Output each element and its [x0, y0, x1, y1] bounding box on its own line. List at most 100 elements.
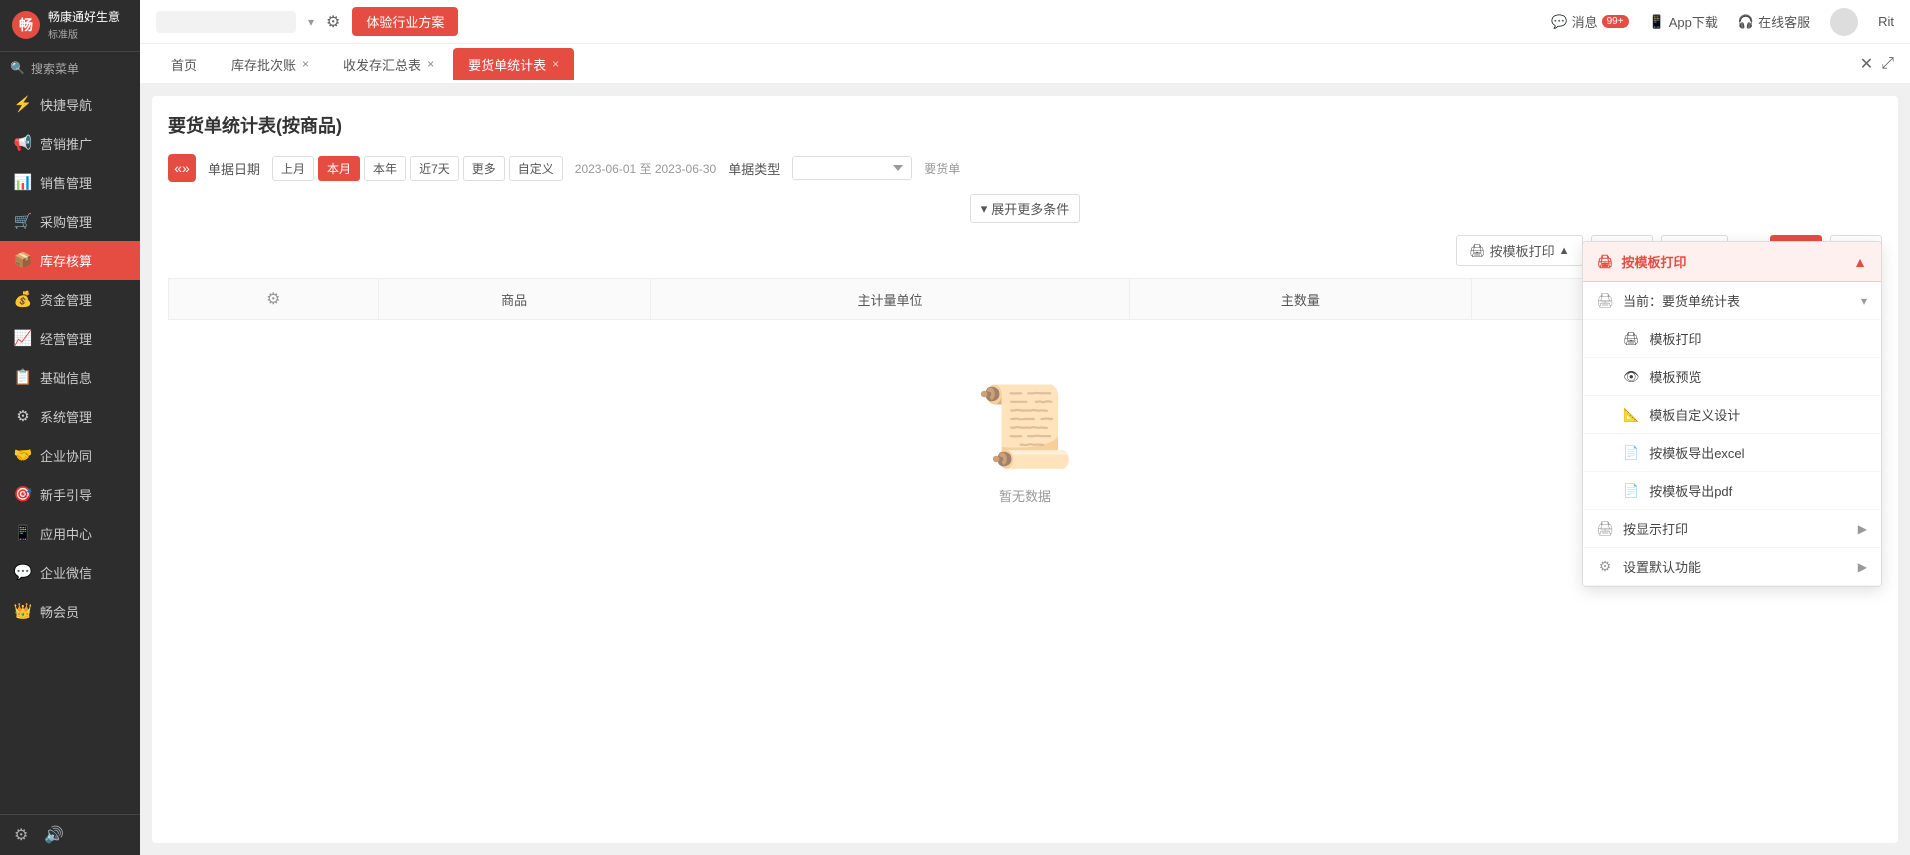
tab-home[interactable]: 首页: [156, 48, 212, 80]
sidebar-item-inventory[interactable]: 📦库存核算: [0, 241, 140, 280]
display-print-label: 按显示打印: [1623, 519, 1688, 538]
notifications-btn[interactable]: 💬 消息 99+: [1551, 12, 1628, 31]
current-template-icon: 🖨: [1597, 293, 1613, 309]
default-setting-chevron: ▶: [1858, 560, 1867, 574]
sidebar-label-basics: 基础信息: [40, 368, 92, 387]
avatar[interactable]: [1830, 8, 1858, 36]
print-item-template-design[interactable]: 📐模板自定义设计: [1583, 396, 1881, 434]
tab-batch[interactable]: 库存批次账 ×: [216, 48, 324, 80]
sidebar-label-sales: 销售管理: [40, 173, 92, 192]
sidebar-item-marketing[interactable]: 📢营销推广: [0, 124, 140, 163]
sidebar-item-finance[interactable]: 💰 资金管理: [0, 280, 140, 319]
col-header-主数量: 主数量: [1130, 279, 1471, 320]
download-icon: 📱: [1649, 14, 1665, 30]
sidebar-label-system: 系统管理: [40, 407, 92, 426]
support-icon: 🎧: [1738, 14, 1754, 30]
date-btn-更多[interactable]: 更多: [463, 156, 505, 181]
sidebar-label-finance: 资金管理: [40, 290, 92, 309]
order-type-label: 要货单: [924, 160, 960, 177]
print-item-template-print[interactable]: 🖨模板打印: [1583, 320, 1881, 358]
date-btn-上月[interactable]: 上月: [272, 156, 314, 181]
guide-icon: 🎯: [14, 485, 32, 503]
tab-order-stats[interactable]: 要货单统计表 ×: [453, 48, 574, 80]
expand-conditions-btn[interactable]: ▾ 展开更多条件: [970, 194, 1081, 223]
display-print-item[interactable]: 🖨 按显示打印 ▶: [1583, 510, 1881, 548]
topbar-chevron-icon[interactable]: ▾: [308, 15, 314, 29]
filter-expand-btn[interactable]: «»: [168, 154, 196, 182]
search-icon: 🔍: [10, 61, 25, 75]
user-name: Rit: [1878, 14, 1894, 29]
expand-icon: ▾: [981, 201, 988, 217]
sidebar-label-wechat: 企业微信: [40, 563, 92, 582]
print-item-template-preview[interactable]: 👁模板预览: [1583, 358, 1881, 396]
speaker-icon[interactable]: 🔊: [44, 825, 64, 845]
bell-icon: 💬: [1551, 14, 1567, 30]
print-btn[interactable]: 🖨 按模板打印 ▲: [1456, 235, 1582, 266]
sidebar-item-purchase[interactable]: 🛒 采购管理: [0, 202, 140, 241]
shortcut-icon: ⚡: [14, 95, 32, 113]
sidebar-item-basics[interactable]: 📋 基础信息: [0, 358, 140, 397]
sidebar-item-operations[interactable]: 📈 经营管理: [0, 319, 140, 358]
default-setting-item[interactable]: ⚙ 设置默认功能 ▶: [1583, 548, 1881, 586]
date-btn-自定义[interactable]: 自定义: [509, 156, 563, 181]
tab-close-order-stats[interactable]: ×: [552, 58, 559, 70]
app-logo: 畅 畅康通好生意 标准版: [0, 0, 140, 52]
purchase-icon: 🛒: [14, 212, 32, 230]
topbar-right: 💬 消息 99+ 📱 App下载 🎧 在线客服 Rit: [1551, 8, 1894, 36]
basics-icon: 📋: [14, 368, 32, 386]
inventory-icon: 📦: [14, 251, 32, 269]
date-btn-近7天[interactable]: 近7天: [410, 156, 459, 181]
online-support-btn[interactable]: 🎧 在线客服: [1738, 12, 1810, 31]
sidebar-label-shortcut: 快捷导航: [40, 95, 92, 114]
settings-bottom-icon[interactable]: ⚙: [14, 825, 28, 845]
app-download-btn[interactable]: 📱 App下载: [1649, 12, 1718, 31]
empty-text: 暂无数据: [999, 486, 1051, 505]
sidebar-label-purchase: 采购管理: [40, 212, 92, 231]
sidebar: 畅 畅康通好生意 标准版 🔍 搜索菜单 ⚡ 快捷导航 📢营销推广 📊 销售管理 🛒 采购管理…: [0, 0, 140, 855]
sidebar-item-collab[interactable]: 🤝企业协同: [0, 436, 140, 475]
notification-badge: 99+: [1602, 15, 1629, 28]
template-export-excel-icon: 📄: [1623, 445, 1639, 461]
sidebar-item-shortcut[interactable]: ⚡ 快捷导航: [0, 85, 140, 124]
type-filter-select[interactable]: [792, 156, 912, 180]
sidebar-item-appstore[interactable]: 📱应用中心: [0, 514, 140, 553]
date-btn-本年[interactable]: 本年: [364, 156, 406, 181]
sidebar-label-collab: 企业协同: [40, 446, 92, 465]
template-print-label: 模板打印: [1650, 329, 1702, 348]
table-settings-icon[interactable]: ⚙: [266, 291, 280, 308]
print-dropdown-header: 🖨 按模板打印 ▲: [1583, 242, 1881, 282]
current-template-item[interactable]: 🖨 当前：要货单统计表 ▾: [1583, 282, 1881, 320]
topbar-gear-icon[interactable]: ⚙: [326, 12, 340, 32]
tab-receivable[interactable]: 收发存汇总表×: [328, 48, 449, 80]
tab-label-order-stats: 要货单统计表: [468, 55, 546, 74]
operations-icon: 📈: [14, 329, 32, 347]
display-print-chevron: ▶: [1858, 522, 1867, 536]
template-design-icon: 📐: [1623, 407, 1639, 423]
sidebar-label-operations: 经营管理: [40, 329, 92, 348]
tab-close-batch[interactable]: ×: [302, 58, 309, 70]
print-item-template-export-excel[interactable]: 📄按模板导出excel: [1583, 434, 1881, 472]
print-item-template-export-pdf[interactable]: 📄按模板导出pdf: [1583, 472, 1881, 510]
tab-close-receivable[interactable]: ×: [427, 58, 434, 70]
maximize-btn[interactable]: ⤢: [1881, 54, 1894, 74]
main-content: ▾ ⚙ 体验行业方案 💬 消息 99+ 📱 App下载 🎧 在线客服 Rit 首…: [140, 0, 1910, 855]
date-btn-本月[interactable]: 本月: [318, 156, 360, 181]
sidebar-item-sales[interactable]: 📊 销售管理: [0, 163, 140, 202]
search-menu[interactable]: 🔍 搜索菜单: [0, 52, 140, 85]
sales-icon: 📊: [14, 173, 32, 191]
app-sub: 标准版: [48, 26, 120, 41]
sidebar-item-guide[interactable]: 🎯新手引导: [0, 475, 140, 514]
trial-btn[interactable]: 体验行业方案: [352, 7, 458, 36]
page-title: 要货单统计表(按商品): [168, 112, 1882, 138]
print-chevron-icon: ▲: [1559, 245, 1570, 257]
sidebar-item-wechat[interactable]: 💬企业微信: [0, 553, 140, 592]
tab-label-batch: 库存批次账: [231, 55, 296, 74]
default-setting-icon: ⚙: [1597, 559, 1613, 575]
print-dropdown-close-btn[interactable]: ▲: [1853, 254, 1867, 270]
finance-icon: 💰: [14, 290, 32, 308]
close-window-btn[interactable]: ✕: [1860, 54, 1873, 74]
sidebar-item-system[interactable]: ⚙系统管理: [0, 397, 140, 436]
sidebar-item-member[interactable]: 👑畅会员: [0, 592, 140, 631]
template-export-pdf-label: 按模板导出pdf: [1649, 481, 1732, 500]
topbar-search-input[interactable]: [156, 11, 296, 33]
